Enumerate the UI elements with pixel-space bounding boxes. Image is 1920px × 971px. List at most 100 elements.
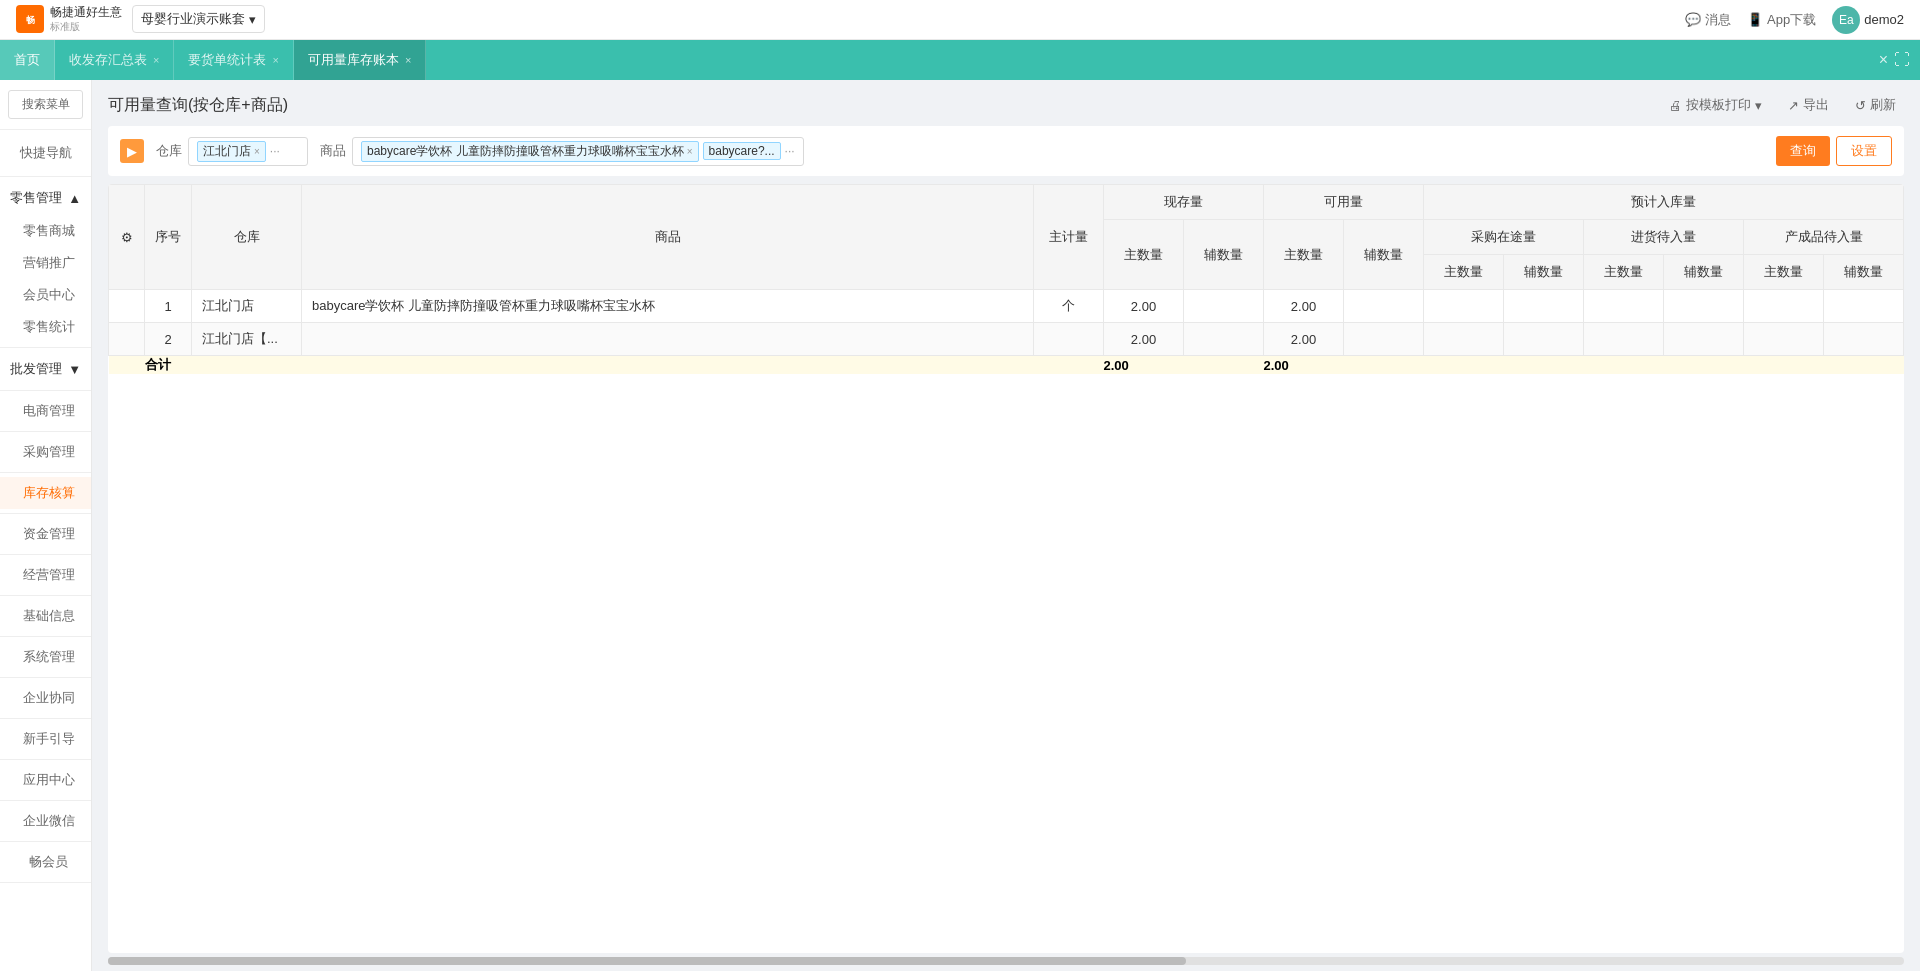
tab-要货单统计表[interactable]: 要货单统计表 × [174, 40, 293, 80]
print-button[interactable]: 🖨 按模板打印 ▾ [1661, 92, 1770, 118]
industry-select[interactable]: 母婴行业演示账套 ▾ [132, 5, 265, 33]
warehouse-tag-close[interactable]: × [254, 146, 260, 157]
tf-incoming-aux [1664, 356, 1744, 375]
top-bar: 畅 畅捷通好生意 标准版 母婴行业演示账套 ▾ 💬 消息 📱 App下载 Ea … [0, 0, 1920, 40]
product-tag-1-close[interactable]: × [687, 146, 693, 157]
tab-actions: × ⛶ [1869, 40, 1920, 80]
sidebar-item-企业微信[interactable]: 企业微信 [0, 805, 91, 837]
sidebar-header-零售管理[interactable]: 零售管理 ▲ [0, 181, 91, 215]
th-purchase-aux: 辅数量 [1504, 255, 1584, 290]
close-tab-2-icon[interactable]: × [272, 54, 278, 66]
tab-收发存汇总表[interactable]: 收发存汇总表 × [55, 40, 174, 80]
sidebar-item-零售商城[interactable]: 零售商城 [0, 215, 91, 247]
chevron-up-icon: ▲ [68, 191, 81, 206]
message-action[interactable]: 💬 消息 [1685, 11, 1731, 29]
fullscreen-icon[interactable]: ⛶ [1894, 51, 1910, 69]
td-unit-1: 个 [1034, 290, 1104, 323]
filter-area: ▶ 仓库 江北门店 × ··· 商品 babycare学饮杯 儿童防摔防撞吸管杯… [108, 126, 1904, 176]
page-header: 可用量查询(按仓库+商品) 🖨 按模板打印 ▾ ↗ 导出 ↺ 刷新 [92, 80, 1920, 126]
tf-production-main [1744, 356, 1824, 375]
logo-icon: 畅 [16, 5, 44, 33]
refresh-button[interactable]: ↺ 刷新 [1847, 92, 1904, 118]
td-stock-aux-2 [1184, 323, 1264, 356]
td-stock-main-1: 2.00 [1104, 290, 1184, 323]
app-download-label: App下载 [1767, 11, 1816, 29]
sidebar-item-零售统计[interactable]: 零售统计 [0, 311, 91, 343]
filter-buttons: 查询 设置 [1776, 136, 1892, 166]
td-unit-2 [1034, 323, 1104, 356]
th-production-main: 主数量 [1744, 255, 1824, 290]
product-label: 商品 [320, 142, 346, 160]
close-all-icon[interactable]: × [1879, 51, 1888, 69]
sidebar-item-经营管理[interactable]: 经营管理 [0, 559, 91, 591]
tf-stock-main: 2.00 [1104, 356, 1184, 375]
sidebar-section-批发管理: 批发管理 ▼ [0, 348, 91, 391]
sidebar-item-库存核算[interactable]: 库存核算 [0, 477, 91, 509]
horizontal-scrollbar-thumb[interactable] [108, 957, 1186, 965]
gear-icon[interactable]: ⚙ [121, 230, 133, 245]
product-tag-2: babycare?... [703, 142, 781, 160]
sidebar-item-快捷导航[interactable]: 快捷导航 [0, 136, 91, 170]
table-footer-row: 合计 2.00 2.00 [109, 356, 1904, 375]
chevron-down-icon: ▾ [249, 12, 256, 27]
sidebar-item-采购管理[interactable]: 采购管理 [0, 436, 91, 468]
th-forecast-group: 预计入库量 [1424, 185, 1904, 220]
td-purchase-aux-2 [1504, 323, 1584, 356]
content-area: 可用量查询(按仓库+商品) 🖨 按模板打印 ▾ ↗ 导出 ↺ 刷新 [92, 80, 1920, 971]
th-stock-group: 现存量 [1104, 185, 1264, 220]
refresh-label: 刷新 [1870, 96, 1896, 114]
horizontal-scrollbar-track[interactable] [108, 957, 1904, 965]
product-more[interactable]: ··· [785, 144, 795, 158]
product-tag-1-text: babycare学饮杯 儿童防摔防撞吸管杯重力球吸嘴杯宝宝水杯 [367, 143, 684, 160]
logo-area: 畅 畅捷通好生意 标准版 [16, 5, 122, 33]
sidebar-label-零售管理: 零售管理 [10, 189, 62, 207]
message-icon: 💬 [1685, 12, 1701, 27]
th-production-group: 产成品待入量 [1744, 220, 1904, 255]
sidebar-item-畅会员[interactable]: 畅会员 [0, 846, 91, 878]
sidebar-item-营销推广[interactable]: 营销推广 [0, 247, 91, 279]
sidebar-header-批发管理[interactable]: 批发管理 ▼ [0, 352, 91, 386]
tf-purchase-aux [1504, 356, 1584, 375]
query-button[interactable]: 查询 [1776, 136, 1830, 166]
sidebar-section-畅会员: 畅会员 [0, 842, 91, 883]
th-product: 商品 [302, 185, 1034, 290]
sidebar-item-企业协同[interactable]: 企业协同 [0, 682, 91, 714]
sidebar-item-新手引导[interactable]: 新手引导 [0, 723, 91, 755]
td-purchase-main-2 [1424, 323, 1504, 356]
search-menu-button[interactable]: 搜索菜单 [8, 90, 83, 119]
tab-可用量库存账本[interactable]: 可用量库存账本 × [294, 40, 426, 80]
filter-toggle-button[interactable]: ▶ [120, 139, 144, 163]
sidebar-item-系统管理[interactable]: 系统管理 [0, 641, 91, 673]
table-container: ⚙ 序号 仓库 商品 主计量 现存量 可用量 预计入库量 主数量 辅数量 主数量 [108, 184, 1904, 953]
td-stock-aux-1 [1184, 290, 1264, 323]
warehouse-input[interactable]: 江北门店 × ··· [188, 137, 308, 166]
td-incoming-aux-2 [1664, 323, 1744, 356]
product-input[interactable]: babycare学饮杯 儿童防摔防撞吸管杯重力球吸嘴杯宝宝水杯 × babyca… [352, 137, 804, 166]
close-tab-3-icon[interactable]: × [405, 54, 411, 66]
setting-button[interactable]: 设置 [1836, 136, 1892, 166]
sidebar-item-资金管理[interactable]: 资金管理 [0, 518, 91, 550]
warehouse-more[interactable]: ··· [270, 144, 280, 158]
td-num-2: 2 [145, 323, 192, 356]
sidebar-item-会员中心[interactable]: 会员中心 [0, 279, 91, 311]
sidebar-label-批发管理: 批发管理 [10, 360, 62, 378]
th-num: 序号 [145, 185, 192, 290]
table-row: 2 江北门店【... 2.00 2.00 [109, 323, 1904, 356]
th-stock-aux: 辅数量 [1184, 220, 1264, 290]
close-tab-1-icon[interactable]: × [153, 54, 159, 66]
warehouse-filter: 仓库 江北门店 × ··· [156, 137, 308, 166]
tab-home[interactable]: 首页 [0, 40, 55, 80]
export-label: 导出 [1803, 96, 1829, 114]
user-area[interactable]: Ea demo2 [1832, 6, 1904, 34]
sidebar-item-电商管理[interactable]: 电商管理 [0, 395, 91, 427]
th-available-aux: 辅数量 [1344, 220, 1424, 290]
sidebar-item-基础信息[interactable]: 基础信息 [0, 600, 91, 632]
export-button[interactable]: ↗ 导出 [1780, 92, 1837, 118]
app-download-action[interactable]: 📱 App下载 [1747, 11, 1816, 29]
sidebar-item-应用中心[interactable]: 应用中心 [0, 764, 91, 796]
inventory-table: ⚙ 序号 仓库 商品 主计量 现存量 可用量 预计入库量 主数量 辅数量 主数量 [108, 184, 1904, 374]
refresh-icon: ↺ [1855, 98, 1866, 113]
sidebar: 搜索菜单 快捷导航 零售管理 ▲ 零售商城 营销推广 会员中心 零售统计 批发管… [0, 80, 92, 971]
industry-label: 母婴行业演示账套 [141, 10, 245, 28]
product-filter: 商品 babycare学饮杯 儿童防摔防撞吸管杯重力球吸嘴杯宝宝水杯 × bab… [320, 137, 804, 166]
